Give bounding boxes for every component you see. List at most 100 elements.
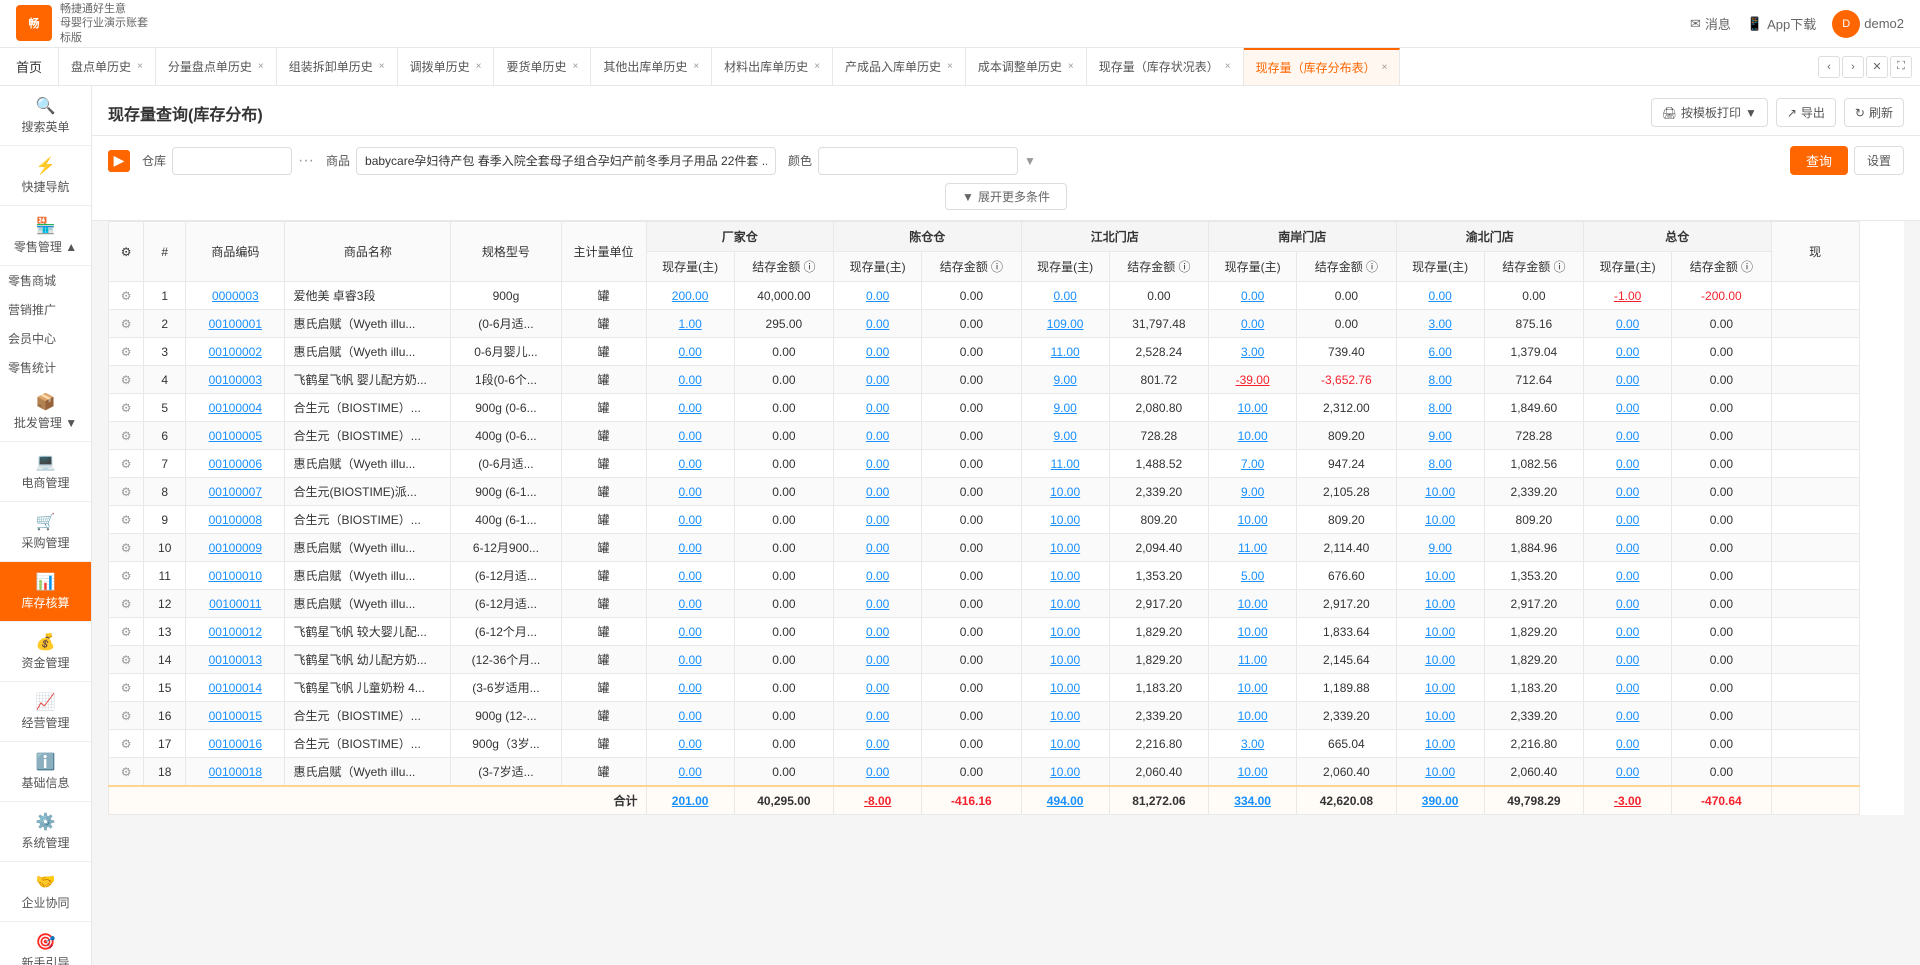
sidebar-item-bizmanage[interactable]: 📈 经营管理 <box>0 682 91 742</box>
cell-fac-stock[interactable]: 0.00 <box>646 618 734 646</box>
cell-tot-stock[interactable]: 0.00 <box>1584 562 1672 590</box>
cell-na-stock[interactable]: 10.00 <box>1209 618 1297 646</box>
sidebar-item-inventory[interactable]: 📊 库存核算 <box>0 562 91 622</box>
tab-close-xiancun-fb[interactable]: × <box>1382 62 1388 73</box>
cell-gear[interactable]: ⚙ <box>109 310 144 338</box>
cell-yb-stock[interactable]: 10.00 <box>1396 674 1484 702</box>
cell-fac-stock[interactable]: 0.00 <box>646 450 734 478</box>
cell-che-stock[interactable]: 0.00 <box>834 730 922 758</box>
cell-gear[interactable]: ⚙ <box>109 338 144 366</box>
tab-close-zuzhuang[interactable]: × <box>379 61 385 72</box>
cell-gear[interactable]: ⚙ <box>109 674 144 702</box>
cell-yb-stock[interactable]: 10.00 <box>1396 646 1484 674</box>
cell-jb-stock[interactable]: 10.00 <box>1021 478 1109 506</box>
cell-fac-stock[interactable]: 0.00 <box>646 674 734 702</box>
cell-na-stock[interactable]: 11.00 <box>1209 534 1297 562</box>
cell-gear[interactable]: ⚙ <box>109 534 144 562</box>
cell-jb-stock[interactable]: 10.00 <box>1021 646 1109 674</box>
cell-che-stock[interactable]: 0.00 <box>834 702 922 730</box>
cell-che-stock[interactable]: 0.00 <box>834 338 922 366</box>
cell-che-stock[interactable]: 0.00 <box>834 534 922 562</box>
sidebar-item-retail[interactable]: 🏪 零售管理 ▲ <box>0 206 91 266</box>
cell-na-stock[interactable]: 9.00 <box>1209 478 1297 506</box>
tab-qitachu[interactable]: 其他出库单历史 × <box>591 48 712 86</box>
cell-jb-stock[interactable]: 109.00 <box>1021 310 1109 338</box>
tab-chanchenp[interactable]: 产成品入库单历史 × <box>833 48 966 86</box>
cell-gear[interactable]: ⚙ <box>109 646 144 674</box>
total-tot-stock[interactable]: -3.00 <box>1584 786 1672 815</box>
cell-che-stock[interactable]: 0.00 <box>834 674 922 702</box>
cell-na-stock[interactable]: 7.00 <box>1209 450 1297 478</box>
cell-na-stock[interactable]: 10.00 <box>1209 394 1297 422</box>
cell-yb-stock[interactable]: 10.00 <box>1396 730 1484 758</box>
cell-gear[interactable]: ⚙ <box>109 478 144 506</box>
cell-code[interactable]: 00100009 <box>186 534 285 562</box>
cell-code[interactable]: 00100003 <box>186 366 285 394</box>
tab-close-diaob[interactable]: × <box>476 61 482 72</box>
message-btn[interactable]: ✉ 消息 <box>1690 14 1731 33</box>
cell-che-stock[interactable]: 0.00 <box>834 310 922 338</box>
cell-yb-stock[interactable]: 10.00 <box>1396 702 1484 730</box>
tab-pandian[interactable]: 盘点单历史 × <box>59 48 156 86</box>
cell-yb-stock[interactable]: 10.00 <box>1396 562 1484 590</box>
cell-jb-stock[interactable]: 9.00 <box>1021 394 1109 422</box>
cell-code[interactable]: 00100006 <box>186 450 285 478</box>
cell-na-stock[interactable]: 11.00 <box>1209 646 1297 674</box>
cell-che-stock[interactable]: 0.00 <box>834 590 922 618</box>
cell-code[interactable]: 00100007 <box>186 478 285 506</box>
cell-che-stock[interactable]: 0.00 <box>834 758 922 787</box>
cell-yb-stock[interactable]: 9.00 <box>1396 422 1484 450</box>
cell-gear[interactable]: ⚙ <box>109 758 144 787</box>
cell-jb-stock[interactable]: 10.00 <box>1021 562 1109 590</box>
cell-tot-stock[interactable]: 0.00 <box>1584 534 1672 562</box>
cell-tot-stock[interactable]: 0.00 <box>1584 590 1672 618</box>
total-na-stock[interactable]: 334.00 <box>1209 786 1297 815</box>
tab-fullscreen-btn[interactable]: ⛶ <box>1890 56 1912 78</box>
cell-jb-stock[interactable]: 10.00 <box>1021 730 1109 758</box>
cell-tot-stock[interactable]: 0.00 <box>1584 450 1672 478</box>
total-yb-stock[interactable]: 390.00 <box>1396 786 1484 815</box>
tab-close-yaohuo[interactable]: × <box>572 61 578 72</box>
filter-expand-btn[interactable]: ▶ <box>108 150 130 172</box>
cell-na-stock[interactable]: 10.00 <box>1209 702 1297 730</box>
sidebar-item-marketing[interactable]: 营销推广 <box>0 295 91 324</box>
cell-fac-stock[interactable]: 0.00 <box>646 534 734 562</box>
cell-code[interactable]: 00100005 <box>186 422 285 450</box>
cell-fac-stock[interactable]: 1.00 <box>646 310 734 338</box>
cell-gear[interactable]: ⚙ <box>109 450 144 478</box>
cell-na-stock[interactable]: 0.00 <box>1209 282 1297 310</box>
cell-tot-stock[interactable]: 0.00 <box>1584 618 1672 646</box>
cell-code[interactable]: 00100012 <box>186 618 285 646</box>
goods-input[interactable] <box>356 147 776 175</box>
cell-che-stock[interactable]: 0.00 <box>834 562 922 590</box>
tab-yaohuo[interactable]: 要货单历史 × <box>494 48 591 86</box>
cell-na-stock[interactable]: 0.00 <box>1209 310 1297 338</box>
cell-tot-stock[interactable]: 0.00 <box>1584 422 1672 450</box>
cell-na-stock[interactable]: 3.00 <box>1209 338 1297 366</box>
cell-code[interactable]: 00100008 <box>186 506 285 534</box>
cell-code[interactable]: 00100004 <box>186 394 285 422</box>
cell-yb-stock[interactable]: 8.00 <box>1396 366 1484 394</box>
cell-na-stock[interactable]: 10.00 <box>1209 674 1297 702</box>
cell-tot-stock[interactable]: 0.00 <box>1584 310 1672 338</box>
cell-code[interactable]: 00100018 <box>186 758 285 787</box>
print-button[interactable]: 🖨 按模板打印 ▼ <box>1651 98 1768 127</box>
cell-yb-stock[interactable]: 3.00 <box>1396 310 1484 338</box>
total-jb-stock[interactable]: 494.00 <box>1021 786 1109 815</box>
app-download-btn[interactable]: 📱 App下载 <box>1747 14 1816 33</box>
cell-jb-stock[interactable]: 11.00 <box>1021 450 1109 478</box>
cell-che-stock[interactable]: 0.00 <box>834 506 922 534</box>
tab-xiancunliang-fb[interactable]: 现存量（库存分布表） × <box>1244 48 1401 86</box>
cell-gear[interactable]: ⚙ <box>109 618 144 646</box>
cell-code[interactable]: 00100013 <box>186 646 285 674</box>
cell-jb-stock[interactable]: 10.00 <box>1021 590 1109 618</box>
cell-tot-stock[interactable]: 0.00 <box>1584 394 1672 422</box>
sidebar-item-purchase[interactable]: 🛒 采购管理 <box>0 502 91 562</box>
cell-che-stock[interactable]: 0.00 <box>834 646 922 674</box>
cell-che-stock[interactable]: 0.00 <box>834 450 922 478</box>
cell-fac-stock[interactable]: 0.00 <box>646 394 734 422</box>
refresh-button[interactable]: ↻ 刷新 <box>1844 98 1904 127</box>
tab-cailiaoch[interactable]: 材料出库单历史 × <box>712 48 833 86</box>
cell-code[interactable]: 00100015 <box>186 702 285 730</box>
cell-yb-stock[interactable]: 10.00 <box>1396 590 1484 618</box>
